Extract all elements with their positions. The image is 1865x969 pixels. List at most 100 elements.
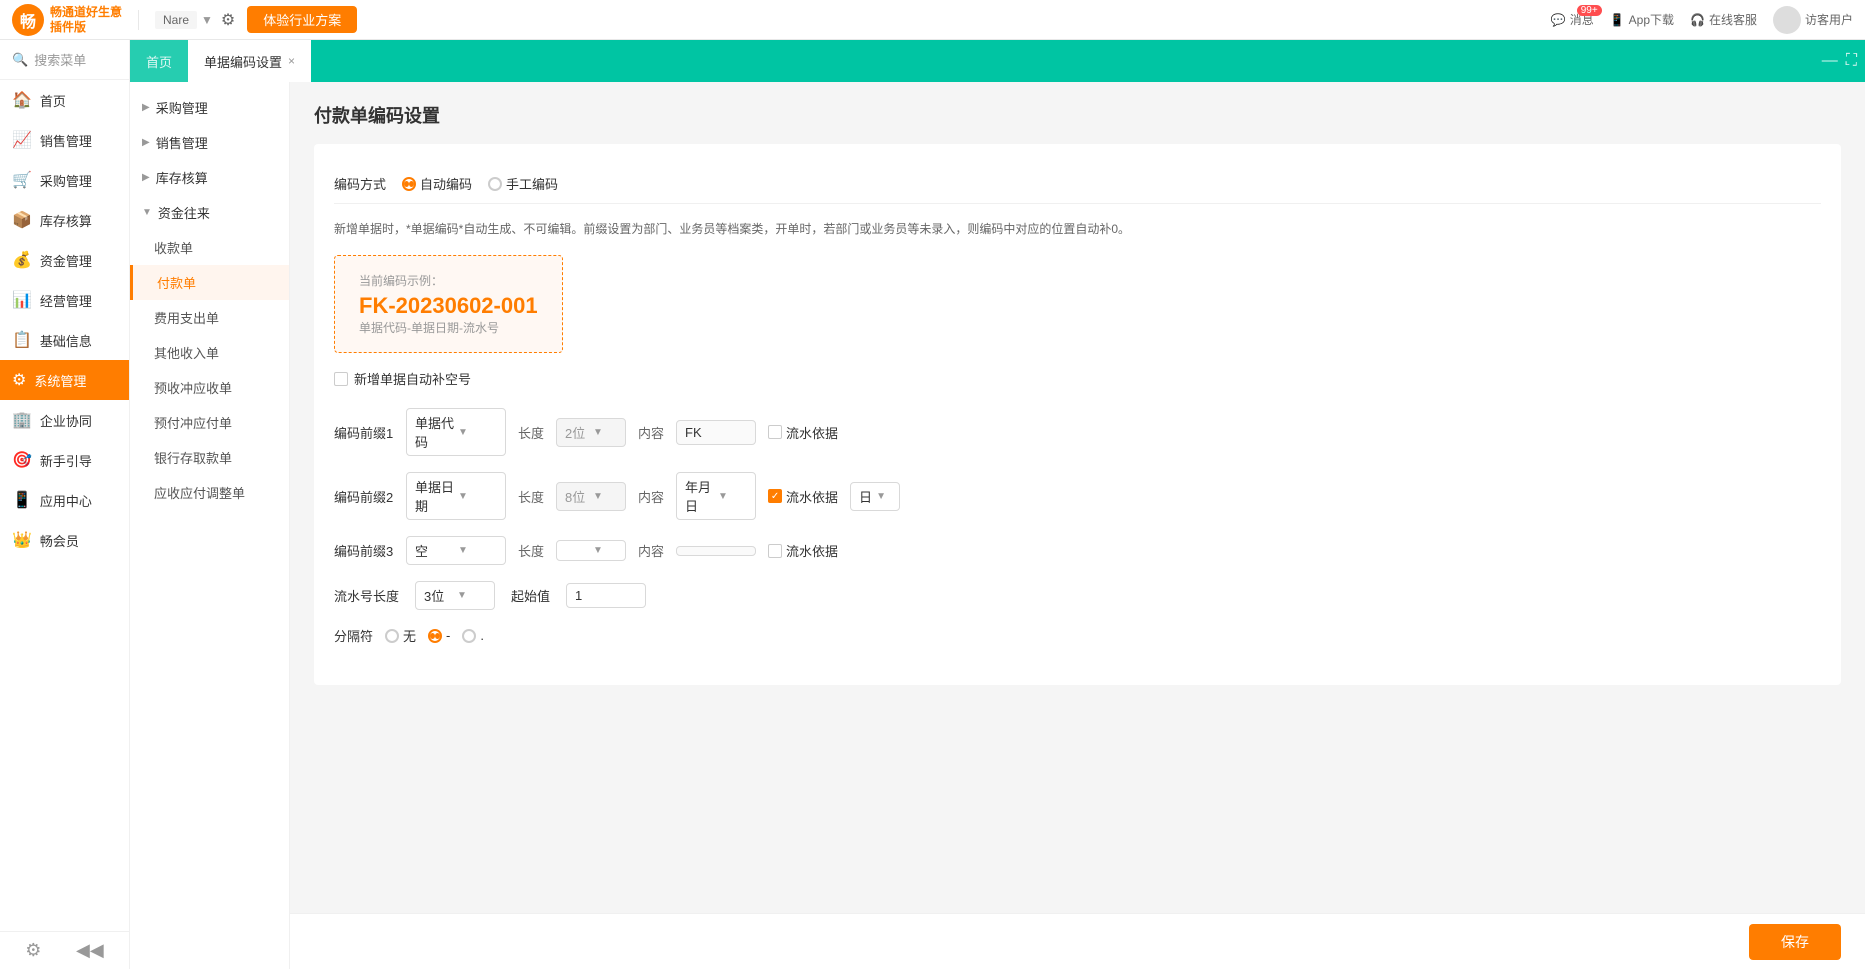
group-purchase: ▶ 采购管理 xyxy=(130,90,289,125)
sidebar-search[interactable]: 🔍 搜索菜单 xyxy=(0,40,129,80)
prefix-2-select[interactable]: 单据日期 ▼ xyxy=(406,472,506,520)
base-icon: 📋 xyxy=(12,330,32,350)
sep-dash-circle xyxy=(428,629,442,643)
search-text: 搜索菜单 xyxy=(34,50,86,69)
sidebar-item-operation[interactable]: 📊 经营管理 xyxy=(0,280,129,320)
settings-icon[interactable]: ⚙ xyxy=(221,10,235,30)
group-purchase-title[interactable]: ▶ 采购管理 xyxy=(130,90,289,125)
serial-check-2[interactable]: ✓ 流水依据 xyxy=(768,487,838,506)
content-3-value xyxy=(676,546,756,556)
company-dropdown-arrow[interactable]: ▼ xyxy=(201,13,213,27)
sidebar-bottom: ⚙ ◀◀ xyxy=(0,931,129,969)
separator-row: 分隔符 无 - . xyxy=(334,626,1821,645)
prefix-3-select[interactable]: 空 ▼ xyxy=(406,536,506,565)
sep-none[interactable]: 无 xyxy=(385,626,416,645)
serial-checkbox-1[interactable] xyxy=(768,425,782,439)
day-select[interactable]: 日 ▼ xyxy=(850,482,900,511)
serial-check-1[interactable]: 流水依据 xyxy=(768,423,838,442)
logo-icon: 畅 xyxy=(12,4,44,36)
content-2-label: 内容 xyxy=(638,487,664,506)
serial-length-label: 流水号长度 xyxy=(334,586,399,605)
auto-encode-radio[interactable]: 自动编码 xyxy=(402,174,472,193)
inventory-arrow: ▶ xyxy=(142,172,150,183)
trial-btn[interactable]: 体验行业方案 xyxy=(247,6,357,33)
sidebar-item-expense[interactable]: 费用支出单 xyxy=(130,300,289,335)
sidebar-item-home[interactable]: 🏠 首页 xyxy=(0,80,129,120)
sidebar-item-inventory[interactable]: 📦 库存核算 xyxy=(0,200,129,240)
manual-encode-radio[interactable]: 手工编码 xyxy=(488,174,558,193)
sep-dash[interactable]: - xyxy=(428,628,450,643)
minimize-icon[interactable]: — xyxy=(1822,52,1838,70)
sidebar-item-pre-pay[interactable]: 预付冲应付单 xyxy=(130,405,289,440)
logo-text: 畅通道好生意 插件版 xyxy=(50,5,122,34)
sidebar-item-other-income[interactable]: 其他收入单 xyxy=(130,335,289,370)
app-center-icon: 📱 xyxy=(12,490,32,510)
prefix-1-select[interactable]: 单据代码 ▼ xyxy=(406,408,506,456)
preview-label: 当前编码示例： xyxy=(359,272,538,289)
prefix-2-label: 编码前缀2 xyxy=(334,487,394,506)
prefix-3-label: 编码前缀3 xyxy=(334,541,394,560)
prefix-1-label: 编码前缀1 xyxy=(334,423,394,442)
sidebar-item-pre-receive[interactable]: 预收冲应收单 xyxy=(130,370,289,405)
length-2-select[interactable]: 8位 ▼ xyxy=(556,482,626,511)
tab-encode-setting[interactable]: 单据编码设置 × xyxy=(188,40,311,82)
group-inventory: ▶ 库存核算 xyxy=(130,160,289,195)
group-fund-title[interactable]: ▼ 资金往来 xyxy=(130,195,289,230)
group-fund: ▼ 资金往来 收款单 付款单 费用支出单 其他收入单 预收冲应收单 预付冲应付单… xyxy=(130,195,289,510)
sidebar-item-purchase[interactable]: 🛒 采购管理 xyxy=(0,160,129,200)
auto-fill-checkbox[interactable] xyxy=(334,372,348,386)
maximize-icon[interactable]: ⛶ xyxy=(1846,52,1857,70)
enterprise-icon: 🏢 xyxy=(12,410,32,430)
serial-checkbox-2[interactable]: ✓ xyxy=(768,489,782,503)
sidebar-item-member[interactable]: 👑 畅会员 xyxy=(0,520,129,560)
start-value-input[interactable] xyxy=(566,583,646,608)
tab-home[interactable]: 首页 xyxy=(130,40,188,82)
length-3-label: 长度 xyxy=(518,541,544,560)
group-sales: ▶ 销售管理 xyxy=(130,125,289,160)
sidebar-item-finance[interactable]: 💰 资金管理 xyxy=(0,240,129,280)
length-1-select[interactable]: 2位 ▼ xyxy=(556,418,626,447)
sidebar-item-bank-deposit[interactable]: 银行存取款单 xyxy=(130,440,289,475)
preview-code: FK-20230602-001 xyxy=(359,293,538,319)
collapse-icon[interactable]: ◀◀ xyxy=(76,940,104,961)
encode-method-row: 编码方式 自动编码 手工编码 xyxy=(334,164,1821,204)
start-value-label: 起始值 xyxy=(511,586,550,605)
service-icon: 🎧 xyxy=(1690,13,1705,27)
message-btn[interactable]: 💬 消息 99+ xyxy=(1551,11,1594,28)
app-icon: 📱 xyxy=(1610,13,1625,27)
group-inventory-title[interactable]: ▶ 库存核算 xyxy=(130,160,289,195)
settings-bottom-icon[interactable]: ⚙ xyxy=(25,940,41,961)
sidebar-item-sales[interactable]: 📈 销售管理 xyxy=(0,120,129,160)
search-icon: 🔍 xyxy=(12,52,28,68)
sidebar-item-payment[interactable]: 付款单 xyxy=(130,265,289,300)
separator-label: 分隔符 xyxy=(334,626,373,645)
sidebar-item-base[interactable]: 📋 基础信息 xyxy=(0,320,129,360)
message-icon: 💬 xyxy=(1551,13,1566,27)
page-title: 付款单编码设置 xyxy=(314,102,1841,128)
fund-arrow: ▼ xyxy=(142,207,152,218)
manual-encode-circle xyxy=(488,177,502,191)
online-service-btn[interactable]: 🎧 在线客服 xyxy=(1690,11,1757,28)
second-sidebar: ▶ 采购管理 ▶ 销售管理 ▶ 库存核算 xyxy=(130,82,290,969)
sidebar-item-receipt[interactable]: 收款单 xyxy=(130,230,289,265)
tab-close-btn[interactable]: × xyxy=(288,54,295,68)
sidebar-item-guide[interactable]: 🎯 新手引导 xyxy=(0,440,129,480)
group-sales-title[interactable]: ▶ 销售管理 xyxy=(130,125,289,160)
sidebar-item-app-center[interactable]: 📱 应用中心 xyxy=(0,480,129,520)
save-button[interactable]: 保存 xyxy=(1749,924,1841,960)
content-area: ▶ 采购管理 ▶ 销售管理 ▶ 库存核算 xyxy=(130,82,1865,969)
user-avatar[interactable]: 访客用户 xyxy=(1773,6,1853,34)
length-3-select[interactable]: ▼ xyxy=(556,540,626,561)
app-download-btn[interactable]: 📱 App下载 xyxy=(1610,11,1674,28)
inventory-icon: 📦 xyxy=(12,210,32,230)
sidebar-item-adjust[interactable]: 应收应付调整单 xyxy=(130,475,289,510)
serial-checkbox-3[interactable] xyxy=(768,544,782,558)
content-2-select[interactable]: 年月日 ▼ xyxy=(676,472,756,520)
company-selector[interactable]: Nare xyxy=(155,11,197,29)
serial-check-3[interactable]: 流水依据 xyxy=(768,541,838,560)
serial-length-select[interactable]: 3位 ▼ xyxy=(415,581,495,610)
prefix-row-1: 编码前缀1 单据代码 ▼ 长度 2位 ▼ 内容 FK xyxy=(334,408,1821,456)
sidebar-item-enterprise[interactable]: 🏢 企业协同 xyxy=(0,400,129,440)
sidebar-item-system[interactable]: ⚙ 系统管理 xyxy=(0,360,129,400)
sep-dot[interactable]: . xyxy=(462,628,484,643)
